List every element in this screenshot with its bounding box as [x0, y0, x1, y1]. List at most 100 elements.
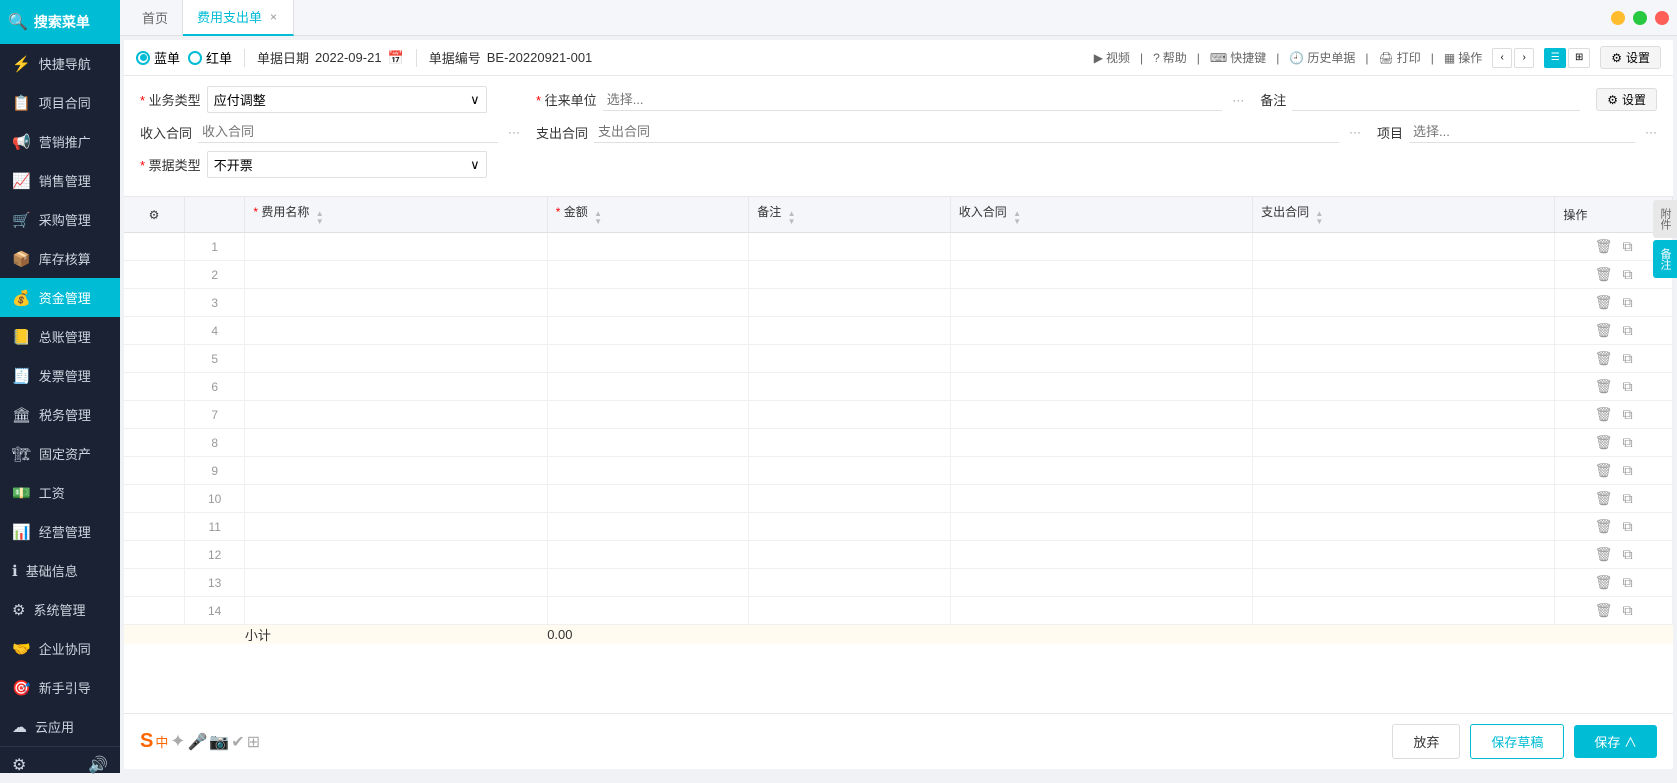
row-expense-contract[interactable] — [1253, 317, 1555, 345]
row-expense-name[interactable] — [245, 513, 547, 541]
row-remark[interactable] — [749, 401, 951, 429]
row-copy-button[interactable]: ⧉ — [1620, 601, 1636, 620]
sidebar-item-enterprise[interactable]: 🤝 企业协同 — [0, 629, 120, 668]
save-draft-button[interactable]: 保存草稿 — [1470, 724, 1564, 759]
sidebar-item-quick-nav[interactable]: ⚡ 快捷导航 — [0, 44, 120, 83]
row-amount[interactable] — [547, 541, 749, 569]
row-income-contract[interactable] — [950, 597, 1252, 625]
row-expense-name[interactable] — [245, 597, 547, 625]
form-settings-button[interactable]: ⚙ 设置 — [1596, 88, 1657, 111]
print-action[interactable]: 🖨 打印 — [1378, 49, 1420, 66]
row-copy-button[interactable]: ⧉ — [1620, 265, 1636, 284]
row-delete-button[interactable]: 🗑 — [1592, 489, 1616, 508]
row-income-contract[interactable] — [950, 345, 1252, 373]
sidebar-item-cloud[interactable]: ☁ 云应用 — [0, 707, 120, 746]
row-remark[interactable] — [749, 345, 951, 373]
sidebar-item-capital[interactable]: 💰 资金管理 — [0, 278, 120, 317]
row-expense-name[interactable] — [245, 569, 547, 597]
row-expense-contract[interactable] — [1253, 373, 1555, 401]
row-delete-button[interactable]: 🗑 — [1592, 349, 1616, 368]
sidebar-item-marketing[interactable]: 📢 营销推广 — [0, 122, 120, 161]
row-amount[interactable] — [547, 345, 749, 373]
project-input[interactable] — [1409, 121, 1635, 143]
window-maximize-button[interactable] — [1633, 11, 1647, 25]
row-expense-contract[interactable] — [1253, 569, 1555, 597]
row-income-contract[interactable] — [950, 541, 1252, 569]
view-list-button[interactable]: ☰ — [1544, 48, 1566, 68]
partner-input[interactable] — [603, 89, 1223, 111]
row-delete-button[interactable]: 🗑 — [1592, 265, 1616, 284]
sidebar-item-tax[interactable]: 🏛 税务管理 — [0, 395, 120, 434]
sidebar-item-sys[interactable]: ⚙ 系统管理 — [0, 590, 120, 629]
sidebar-item-project-contract[interactable]: 📋 项目合同 — [0, 83, 120, 122]
row-expense-name[interactable] — [245, 457, 547, 485]
row-expense-name[interactable] — [245, 429, 547, 457]
help-action[interactable]: ? 帮助 — [1153, 49, 1187, 66]
income-contract-input[interactable] — [198, 121, 498, 143]
side-tab-note[interactable]: 备注 — [1653, 240, 1677, 278]
row-delete-button[interactable]: 🗑 — [1592, 573, 1616, 592]
row-income-contract[interactable] — [950, 485, 1252, 513]
nav-next-button[interactable]: › — [1514, 48, 1534, 68]
row-remark[interactable] — [749, 457, 951, 485]
row-copy-button[interactable]: ⧉ — [1620, 405, 1636, 424]
row-expense-name[interactable] — [245, 317, 547, 345]
row-amount[interactable] — [547, 233, 749, 261]
row-income-contract[interactable] — [950, 457, 1252, 485]
sidebar-item-invoice[interactable]: 🧾 发票管理 — [0, 356, 120, 395]
sidebar-search-label[interactable]: 搜索菜单 — [34, 12, 90, 32]
row-amount[interactable] — [547, 569, 749, 597]
row-remark[interactable] — [749, 261, 951, 289]
row-income-contract[interactable] — [950, 373, 1252, 401]
row-expense-contract[interactable] — [1253, 401, 1555, 429]
side-tab-attach[interactable]: 附件 — [1653, 200, 1677, 238]
sort-icon-remark[interactable]: ▲▼ — [788, 210, 796, 226]
row-remark[interactable] — [749, 289, 951, 317]
row-expense-contract[interactable] — [1253, 457, 1555, 485]
history-action[interactable]: 🕘 历史单据 — [1289, 49, 1355, 66]
row-copy-button[interactable]: ⧉ — [1620, 293, 1636, 312]
view-grid-button[interactable]: ⊞ — [1568, 48, 1590, 68]
partner-more-icon[interactable]: ··· — [1232, 93, 1244, 107]
row-income-contract[interactable] — [950, 569, 1252, 597]
row-expense-name[interactable] — [245, 401, 547, 429]
sort-icon-income[interactable]: ▲▼ — [1013, 210, 1021, 226]
row-income-contract[interactable] — [950, 261, 1252, 289]
sort-icon-expense[interactable]: ▲▼ — [1315, 210, 1323, 226]
table-header-settings[interactable]: ⚙ — [124, 197, 184, 233]
row-remark[interactable] — [749, 485, 951, 513]
calendar-icon[interactable]: 📅 — [388, 50, 404, 66]
row-remark[interactable] — [749, 597, 951, 625]
sidebar-item-payroll[interactable]: 💵 工资 — [0, 473, 120, 512]
row-delete-button[interactable]: 🗑 — [1592, 433, 1616, 452]
row-remark[interactable] — [749, 513, 951, 541]
row-expense-name[interactable] — [245, 373, 547, 401]
row-income-contract[interactable] — [950, 513, 1252, 541]
volume-icon[interactable]: 🔊 — [88, 755, 108, 775]
row-remark[interactable] — [749, 317, 951, 345]
row-income-contract[interactable] — [950, 289, 1252, 317]
row-delete-button[interactable]: 🗑 — [1592, 293, 1616, 312]
radio-blue[interactable]: 蓝单 — [136, 48, 180, 67]
row-delete-button[interactable]: 🗑 — [1592, 405, 1616, 424]
row-income-contract[interactable] — [950, 429, 1252, 457]
row-expense-contract[interactable] — [1253, 429, 1555, 457]
row-remark[interactable] — [749, 233, 951, 261]
row-delete-button[interactable]: 🗑 — [1592, 377, 1616, 396]
row-amount[interactable] — [547, 429, 749, 457]
sidebar-item-ledger[interactable]: 📒 总账管理 — [0, 317, 120, 356]
sidebar-item-inventory[interactable]: 📦 库存核算 — [0, 239, 120, 278]
operate-action[interactable]: ▦ 操作 — [1444, 49, 1482, 66]
row-copy-button[interactable]: ⧉ — [1620, 321, 1636, 340]
window-close-button[interactable] — [1655, 11, 1669, 25]
radio-red[interactable]: 红单 — [188, 48, 232, 67]
row-delete-button[interactable]: 🗑 — [1592, 321, 1616, 340]
row-amount[interactable] — [547, 457, 749, 485]
sidebar-item-fixed-assets[interactable]: 🏗 固定资产 — [0, 434, 120, 473]
sidebar-item-ops[interactable]: 📊 经营管理 — [0, 512, 120, 551]
row-expense-contract[interactable] — [1253, 597, 1555, 625]
row-amount[interactable] — [547, 597, 749, 625]
row-expense-contract[interactable] — [1253, 289, 1555, 317]
row-delete-button[interactable]: 🗑 — [1592, 237, 1616, 256]
row-delete-button[interactable]: 🗑 — [1592, 461, 1616, 480]
